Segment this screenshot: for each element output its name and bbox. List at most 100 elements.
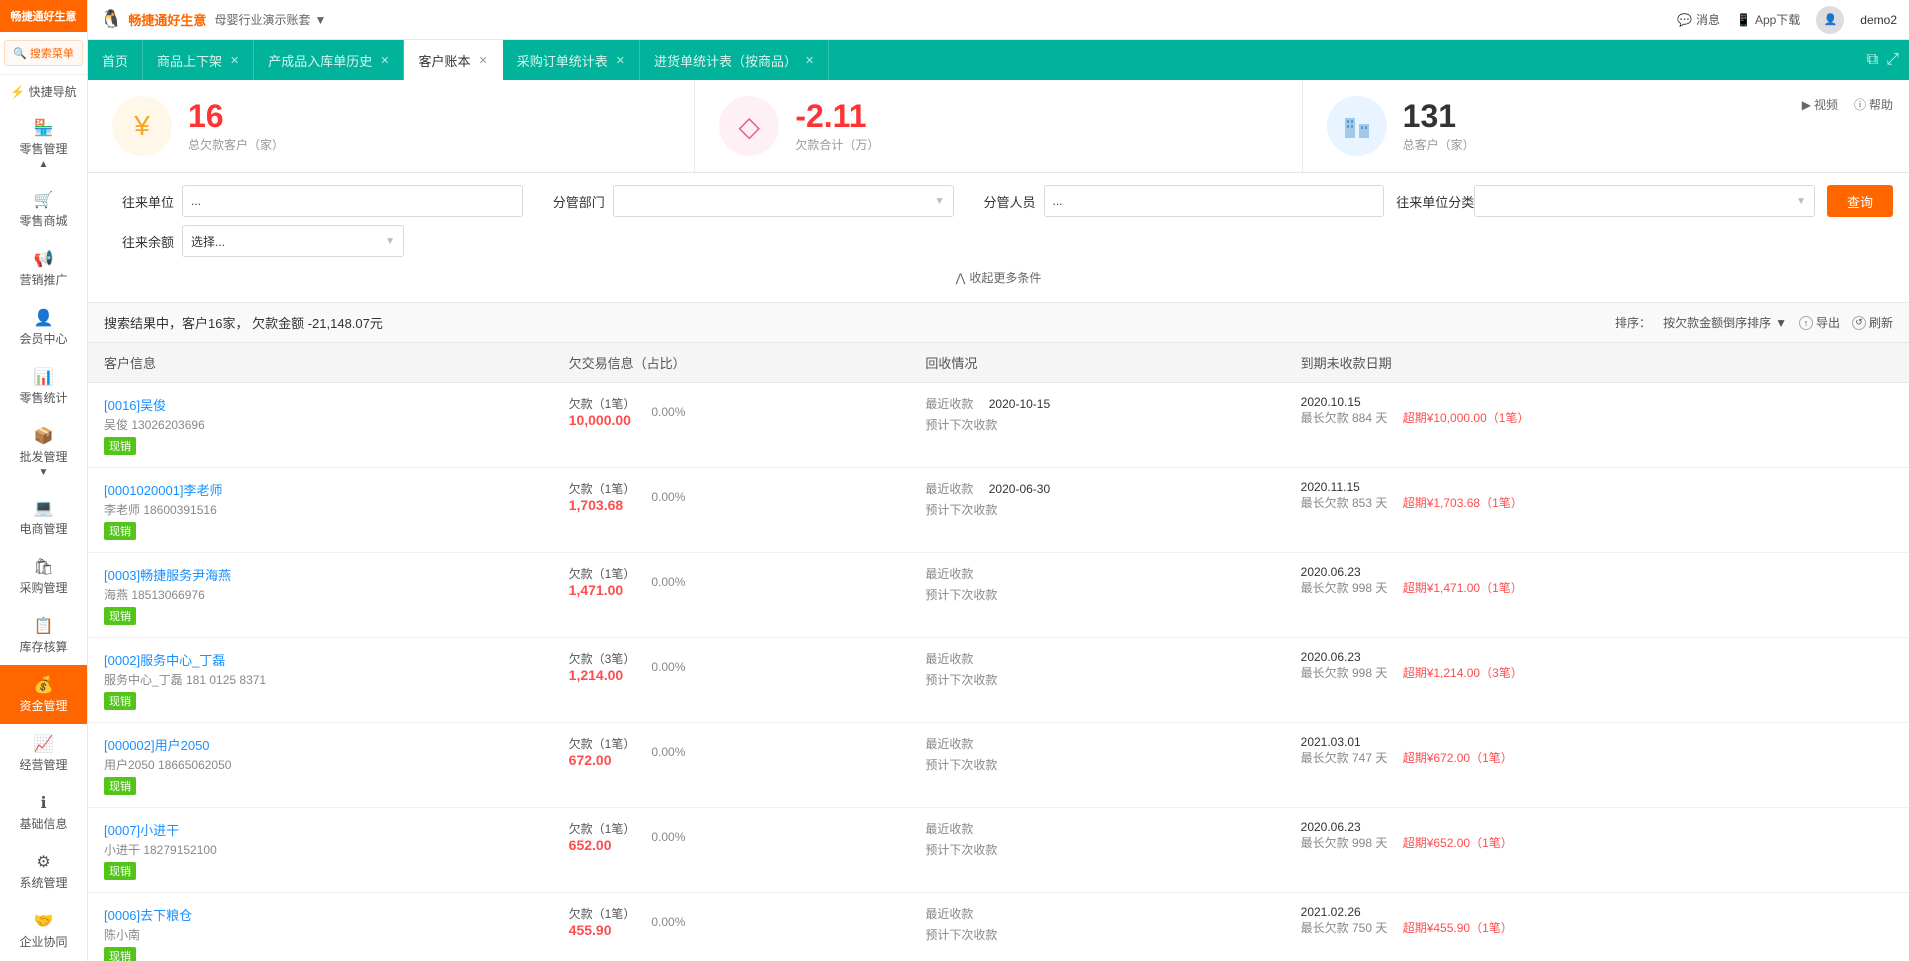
sidebar-item-retail-mall[interactable]: 🛒 零售商城 bbox=[0, 180, 87, 239]
sidebar-item-label: 零售管理 bbox=[19, 140, 67, 157]
due-date-cell: 2020.10.15 最长欠款 884 天 超期¥10,000.00（1笔） bbox=[1285, 383, 1909, 468]
close-icon[interactable]: ✕ bbox=[805, 54, 814, 67]
sidebar-item-operations[interactable]: 📈 经营管理 bbox=[0, 724, 87, 783]
tab-purchase-product-stats[interactable]: 进货单统计表（按商品） ✕ bbox=[640, 40, 829, 80]
last-collect-label: 最近收款 bbox=[925, 822, 973, 836]
debt-amount: 1,703.68 bbox=[569, 497, 624, 513]
customer-sub-info: 小进干 18279152100 bbox=[104, 841, 537, 858]
balance-label: 往来余额 bbox=[104, 232, 174, 251]
export-label: 导出 bbox=[1816, 314, 1840, 331]
export-button[interactable]: ↑ 导出 bbox=[1799, 314, 1840, 331]
sidebar-item-marketing[interactable]: 📢 营销推广 bbox=[0, 239, 87, 298]
stat-card-debt-total: ◇ -2.11 欠款合计（万） bbox=[695, 80, 1302, 172]
sort-button[interactable]: 按欠款金额倒序排序 ▼ bbox=[1663, 314, 1787, 331]
industry-dropdown[interactable]: 母婴行业演示账套 ▼ bbox=[214, 11, 326, 28]
overdue-amount[interactable]: 超期¥1,703.68（1笔） bbox=[1403, 496, 1523, 510]
debt-info-cell: 欠款（1笔） 455.90 0.00% bbox=[553, 893, 910, 961]
debt-percent: 0.00% bbox=[651, 405, 685, 419]
overdue-amount[interactable]: 超期¥652.00（1笔） bbox=[1403, 836, 1513, 850]
sidebar-item-retail-stats[interactable]: 📊 零售统计 bbox=[0, 357, 87, 416]
customer-name-link[interactable]: [0006]去下粮仓 bbox=[104, 905, 537, 924]
topbar-right: 💬 消息 📱 App下载 👤 demo2 bbox=[1677, 6, 1897, 34]
overdue-amount[interactable]: 超期¥1,471.00（1笔） bbox=[1403, 581, 1523, 595]
last-collect-label: 最近收款 bbox=[925, 397, 973, 411]
window-restore-icon[interactable]: ⧉ bbox=[1867, 51, 1878, 69]
dept-select[interactable]: ▼ bbox=[613, 185, 954, 217]
customer-name-link[interactable]: [0002]服务中心_丁磊 bbox=[104, 650, 537, 669]
debt-total-value: -2.11 bbox=[795, 100, 879, 132]
vendor-input[interactable]: ... bbox=[182, 185, 523, 217]
maximize-icon[interactable]: ⤢ bbox=[1886, 51, 1899, 69]
tab-customer-ledger[interactable]: 客户账本 ✕ bbox=[404, 40, 502, 80]
sidebar-item-retail-mgmt[interactable]: 🏪 零售管理 ▲ bbox=[0, 108, 87, 180]
avatar-img: 👤 bbox=[1823, 13, 1837, 26]
app-download-btn[interactable]: 📱 App下载 bbox=[1736, 11, 1800, 28]
close-icon[interactable]: ✕ bbox=[230, 54, 239, 67]
results-text: 搜索结果中，客户16家 bbox=[104, 316, 235, 331]
overdue-amount[interactable]: 超期¥1,214.00（3笔） bbox=[1403, 666, 1523, 680]
customer-name-link[interactable]: [0001020001]李老师 bbox=[104, 480, 537, 499]
debt-info-cell: 欠款（3笔） 1,214.00 0.00% bbox=[553, 638, 910, 723]
sidebar-item-label: 电商管理 bbox=[19, 520, 67, 537]
customer-name-link[interactable]: [0007]小进干 bbox=[104, 820, 537, 839]
balance-select[interactable]: 选择... ▼ bbox=[182, 225, 404, 257]
overdue-days: 最长欠款 750 天 bbox=[1301, 921, 1400, 935]
manager-input[interactable]: ... bbox=[1044, 185, 1385, 217]
username-label[interactable]: demo2 bbox=[1860, 13, 1897, 27]
sidebar-item-collab[interactable]: 🤝 企业协同 bbox=[0, 901, 87, 960]
content-area: ¥ 16 总欠款客户（家） ◇ -2.11 欠款合计（万） bbox=[88, 80, 1909, 961]
sidebar-item-ecommerce[interactable]: 💻 电商管理 bbox=[0, 488, 87, 547]
filter-row-1: 往来单位 ... 分管部门 ▼ 分管人员 ... bbox=[104, 185, 1893, 217]
debt-desc: 欠款（1笔） bbox=[569, 907, 636, 921]
overdue-amount[interactable]: 超期¥455.90（1笔） bbox=[1403, 921, 1513, 935]
chevron-down-icon: ▼ bbox=[935, 196, 945, 207]
overdue-amount[interactable]: 超期¥10,000.00（1笔） bbox=[1403, 411, 1530, 425]
next-collect-label: 预计下次收款 bbox=[925, 756, 1268, 773]
refresh-button[interactable]: ↺ 刷新 bbox=[1852, 314, 1893, 331]
sidebar-item-label: 经营管理 bbox=[19, 756, 67, 773]
sidebar-item-inventory[interactable]: 📋 库存核算 bbox=[0, 606, 87, 665]
collapse-button[interactable]: ⋀ 收起更多条件 bbox=[956, 265, 1042, 290]
info-icon: ℹ bbox=[40, 793, 46, 813]
recovery-cell: 最近收款 2020-06-30 预计下次收款 bbox=[909, 468, 1284, 553]
debt-total-label: 欠款合计（万） bbox=[795, 136, 879, 153]
sidebar-item-finance[interactable]: 💰 资金管理 bbox=[0, 665, 87, 724]
tab-product-history[interactable]: 产成品入库单历史 ✕ bbox=[254, 40, 404, 80]
debt-desc: 欠款（1笔） bbox=[569, 737, 636, 751]
diamond-icon: ◇ bbox=[739, 110, 761, 143]
sidebar-item-purchase[interactable]: 🛍 采购管理 bbox=[0, 547, 87, 606]
manager-label: 分管人员 bbox=[966, 192, 1036, 211]
close-icon[interactable]: ✕ bbox=[616, 54, 625, 67]
tab-home[interactable]: 首页 bbox=[88, 40, 143, 80]
help-link[interactable]: ⓘ 帮助 bbox=[1854, 96, 1893, 113]
sidebar-item-members[interactable]: 👤 会员中心 bbox=[0, 298, 87, 357]
tab-purchase-stats[interactable]: 采购订单统计表 ✕ bbox=[503, 40, 640, 80]
vendor-category-select[interactable]: ▼ bbox=[1474, 185, 1815, 217]
customer-name-link[interactable]: [000002]用户2050 bbox=[104, 735, 537, 754]
tab-product-shelf[interactable]: 商品上下架 ✕ bbox=[143, 40, 254, 80]
results-actions: 排序： 按欠款金额倒序排序 ▼ ↑ 导出 ↺ 刷新 bbox=[1615, 314, 1893, 331]
quick-nav-btn[interactable]: ⚡ 快捷导航 bbox=[0, 75, 87, 108]
last-collect-label: 最近收款 bbox=[925, 907, 973, 921]
overdue-days: 最长欠款 998 天 bbox=[1301, 666, 1400, 680]
sidebar-item-system[interactable]: ⚙ 系统管理 bbox=[0, 842, 87, 901]
close-icon[interactable]: ✕ bbox=[479, 54, 488, 67]
stat-total-customers-info: 131 总客户（家） bbox=[1403, 100, 1475, 153]
overdue-amount[interactable]: 超期¥672.00（1笔） bbox=[1403, 751, 1513, 765]
message-btn[interactable]: 💬 消息 bbox=[1677, 11, 1720, 28]
ecommerce-icon: 💻 bbox=[34, 498, 54, 518]
close-icon[interactable]: ✕ bbox=[380, 54, 389, 67]
search-menu-btn[interactable]: 🔍 搜索菜单 bbox=[4, 40, 83, 66]
due-date-value: 2020.11.15 bbox=[1301, 480, 1893, 494]
filter-bar: 往来单位 ... 分管部门 ▼ 分管人员 ... bbox=[88, 173, 1909, 303]
customer-name-link[interactable]: [0003]畅捷服务尹海燕 bbox=[104, 565, 537, 584]
sidebar-item-base-info[interactable]: ℹ 基础信息 bbox=[0, 783, 87, 842]
video-link[interactable]: ▶ 视频 bbox=[1802, 96, 1838, 113]
overdue-days: 最长欠款 884 天 bbox=[1301, 411, 1400, 425]
sidebar-item-label: 基础信息 bbox=[19, 815, 67, 832]
customer-name-link[interactable]: [0016]吴俊 bbox=[104, 395, 537, 414]
next-collect-label: 预计下次收款 bbox=[925, 841, 1268, 858]
sidebar-item-wholesale[interactable]: 📦 批发管理 ▼ bbox=[0, 416, 87, 488]
search-button[interactable]: 查询 bbox=[1827, 185, 1893, 217]
play-icon: ▶ bbox=[1802, 98, 1811, 112]
